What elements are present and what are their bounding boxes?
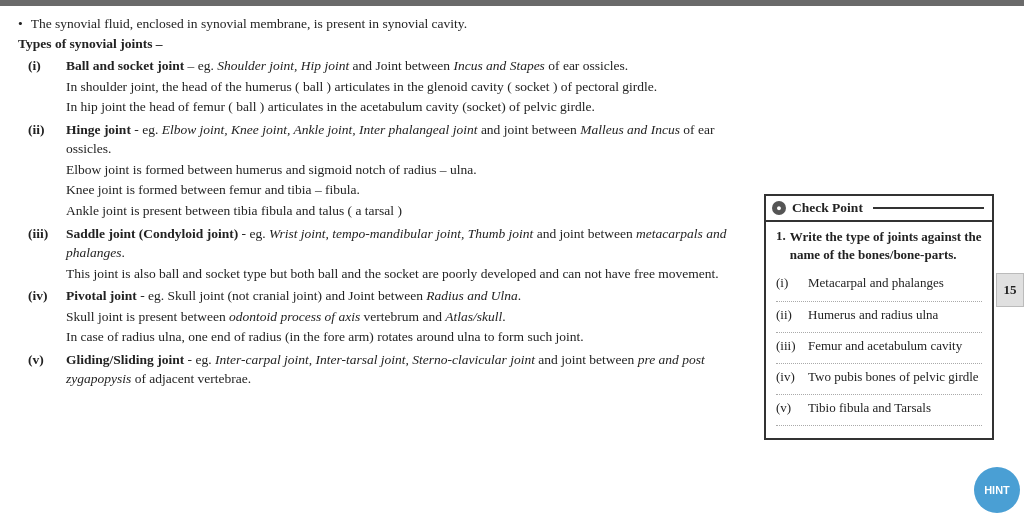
cp-dotted-ii — [776, 325, 982, 333]
joint-item-i: (i) Ball and socket joint – eg. Shoulder… — [28, 56, 746, 117]
joint-sub-ii-3: Ankle joint is present between tibia fib… — [66, 201, 746, 221]
joint-sub-iii-1: This joint is also ball and socket type … — [66, 264, 746, 284]
joint-ex-end-iii: and joint between — [533, 226, 636, 241]
cp-dotted-iv — [776, 387, 982, 395]
joint-sub-ii-1: Elbow joint is formed between humerus an… — [66, 160, 746, 180]
joint-sub-iv-1: Skull joint is present between odontoid … — [66, 307, 746, 327]
cp-item-text-ii: Humerus and radius ulna — [808, 306, 938, 324]
cp-item-num-iv: (iv) — [776, 368, 804, 386]
joint-ex-italic-i: Incus and Stapes — [453, 58, 545, 73]
joint-sub-iv-1-italic: odontoid process of axis — [229, 309, 360, 324]
cp-dotted-iii — [776, 356, 982, 364]
joint-num-iii: (iii) — [28, 224, 60, 244]
joint-num-i: (i) — [28, 56, 60, 76]
cp-item-num-ii: (ii) — [776, 306, 804, 324]
cp-item-i: (i) Metacarpal and phalanges — [776, 274, 982, 301]
joint-item-iii: (iii) Saddle joint (Condyloid joint) - e… — [28, 224, 746, 284]
joint-examples-v: Inter-carpal joint, Inter-tarsal joint, … — [215, 352, 535, 367]
joint-desc-ii: Hinge joint - eg. Elbow joint, Knee join… — [66, 120, 746, 221]
joint-desc-i: Ball and socket joint – eg. Shoulder joi… — [66, 56, 746, 117]
joint-sub-iv-2: In case of radius ulna, one end of radiu… — [66, 327, 746, 347]
joint-item-iv: (iv) Pivotal joint - eg. Skull joint (no… — [28, 286, 746, 347]
check-point-icon: ● — [772, 201, 786, 215]
check-point-header: ● Check Point — [766, 196, 992, 222]
main-content: • The synovial fluid, enclosed in synovi… — [0, 0, 764, 525]
joint-sub-ii-2: Knee joint is formed between femur and t… — [66, 180, 746, 200]
joint-tail-iv: . — [518, 288, 521, 303]
cp-item-text-iv: Two pubis bones of pelvic girdle — [808, 368, 979, 386]
joint-title-ii: Hinge joint — [66, 122, 131, 137]
hint-button[interactable]: HINT — [974, 467, 1020, 513]
joint-ex-end-ii: and joint between — [478, 122, 581, 137]
joint-title-v: Gliding/Sliding joint — [66, 352, 184, 367]
cp-item-text-v: Tibio fibula and Tarsals — [808, 399, 931, 417]
cp-question-num: 1. — [776, 228, 786, 270]
joint-desc-v: Gliding/Sliding joint - eg. Inter-carpal… — [66, 350, 746, 389]
bullet-line: • The synovial fluid, enclosed in synovi… — [18, 16, 746, 32]
types-heading: Types of synovial joints – — [18, 36, 746, 52]
joint-connector-iii: - eg. — [238, 226, 269, 241]
joint-connector-iv: - eg. Skull joint (not cranial joint) an… — [137, 288, 426, 303]
joint-num-iv: (iv) — [28, 286, 60, 306]
joint-tail-iii: . — [122, 245, 125, 260]
joint-sub-iv-1-italic2: Atlas/skull — [445, 309, 502, 324]
cp-item-text-i: Metacarpal and phalanges — [808, 274, 944, 292]
cp-item-v: (v) Tibio fibula and Tarsals — [776, 399, 982, 426]
cp-item-iv: (iv) Two pubis bones of pelvic girdle — [776, 368, 982, 395]
joint-sub-i-2: In hip joint the head of femur ( ball ) … — [66, 97, 746, 117]
joint-examples-ii: Elbow joint, Knee joint, Ankle joint, In… — [162, 122, 478, 137]
joint-sub-i-1: In shoulder joint, the head of the humer… — [66, 77, 746, 97]
joint-title-i: Ball and socket joint — [66, 58, 184, 73]
hint-label: HINT — [984, 484, 1010, 496]
cp-item-text-iii: Femur and acetabulum cavity — [808, 337, 962, 355]
cp-dotted-i — [776, 294, 982, 302]
cp-question-text: Write the type of joints against the nam… — [790, 228, 982, 264]
joint-connector-v: - eg. — [184, 352, 215, 367]
cp-item-num-i: (i) — [776, 274, 804, 292]
joint-tail-i: of ear ossicles. — [545, 58, 628, 73]
joint-examples-i: Shoulder joint, Hip joint — [217, 58, 349, 73]
cp-dotted-v — [776, 418, 982, 426]
joint-item-ii: (ii) Hinge joint - eg. Elbow joint, Knee… — [28, 120, 746, 221]
check-point-title: Check Point — [792, 200, 863, 216]
cp-content: 1. Write the type of joints against the … — [766, 222, 992, 426]
joint-examples-iv: Radius and Ulna — [426, 288, 518, 303]
joint-connector-i: – eg. — [184, 58, 217, 73]
page-number-badge: 15 — [996, 273, 1024, 307]
joint-ex-end-i: and Joint between — [349, 58, 453, 73]
joint-ex-italic-ii: Malleus and Incus — [580, 122, 680, 137]
check-point-box: ● Check Point 1. Write the type of joint… — [764, 194, 994, 440]
cp-item-num-v: (v) — [776, 399, 804, 417]
cp-item-num-iii: (iii) — [776, 337, 804, 355]
joint-num-v: (v) — [28, 350, 60, 370]
cp-item-ii: (ii) Humerus and radius ulna — [776, 306, 982, 333]
bullet-text: The synovial fluid, enclosed in synovial… — [31, 16, 467, 32]
joint-list: (i) Ball and socket joint – eg. Shoulder… — [18, 56, 746, 389]
joint-title-iii: Saddle joint (Condyloid joint) — [66, 226, 238, 241]
joint-title-iv: Pivotal joint — [66, 288, 137, 303]
joint-num-ii: (ii) — [28, 120, 60, 140]
bullet-symbol: • — [18, 16, 23, 32]
joint-tail-v: of adjacent vertebrae. — [131, 371, 251, 386]
joint-item-v: (v) Gliding/Sliding joint - eg. Inter-ca… — [28, 350, 746, 389]
joint-connector-ii: - eg. — [131, 122, 162, 137]
joint-ex-end-v: and joint between — [535, 352, 638, 367]
joint-desc-iii: Saddle joint (Condyloid joint) - eg. Wri… — [66, 224, 746, 284]
joint-examples-iii: Wrist joint, tempo-mandibular joint, Thu… — [269, 226, 533, 241]
page-number: 15 — [1004, 282, 1017, 298]
cp-item-iii: (iii) Femur and acetabulum cavity — [776, 337, 982, 364]
joint-desc-iv: Pivotal joint - eg. Skull joint (not cra… — [66, 286, 746, 347]
